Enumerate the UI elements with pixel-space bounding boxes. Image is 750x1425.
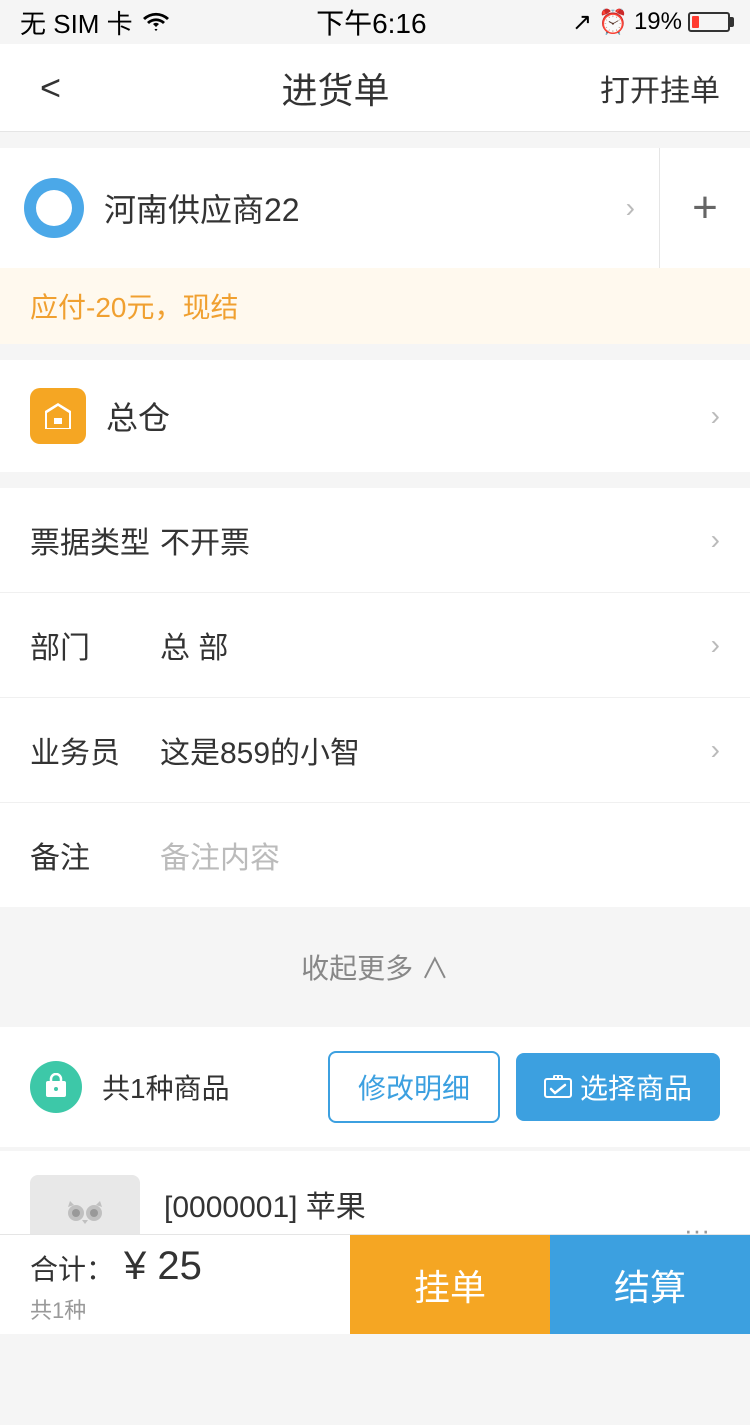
total-amount: ¥ 25 (124, 1244, 202, 1289)
chevron-right-icon: › (711, 734, 720, 766)
total-label: 合计： (30, 1248, 114, 1288)
remark-label: 备注 (30, 833, 160, 877)
edit-detail-button[interactable]: 修改明细 (328, 1051, 500, 1123)
invoice-row[interactable]: 票据类型 不开票 › (0, 488, 750, 593)
sales-value: 这是859的小智 (160, 728, 711, 772)
product-id: [0000001] (164, 1191, 306, 1224)
main-content: 河南供应商22 › + 应付-20元，现结 总仓 › 票据类型 不开票 › 部门… (0, 132, 750, 1425)
total-count: 共1种 (30, 1293, 202, 1325)
dept-value: 总 部 (160, 623, 711, 667)
invoice-value: 不开票 (160, 518, 711, 562)
supplier-avatar (24, 178, 84, 238)
product-name: [0000001] 苹果 (164, 1182, 674, 1226)
nav-bar: < 进货单 打开挂单 (0, 44, 750, 132)
status-time: 下午6:16 (316, 2, 427, 42)
status-left: 无 SIM 卡 (20, 4, 171, 41)
chevron-right-icon: › (626, 192, 635, 224)
sales-row[interactable]: 业务员 这是859的小智 › (0, 698, 750, 803)
invoice-label: 票据类型 (30, 518, 160, 562)
select-product-button[interactable]: 选择商品 (516, 1053, 720, 1121)
open-hang-button[interactable]: 打开挂单 (600, 66, 720, 110)
warehouse-row[interactable]: 总仓 › (0, 360, 750, 472)
battery-percent: 19% (634, 8, 682, 36)
remark-row[interactable]: 备注 备注内容 (0, 803, 750, 907)
bottom-total: 合计： ¥ 25 共1种 (0, 1235, 350, 1334)
status-bar: 无 SIM 卡 下午6:16 ↗ ⏰ 19% (0, 0, 750, 44)
location-icon: ↗ (572, 8, 592, 37)
warehouse-icon (30, 388, 86, 444)
form-section: 票据类型 不开票 › 部门 总 部 › 业务员 这是859的小智 › 备注 备注… (0, 488, 750, 907)
carrier-label: 无 SIM 卡 (20, 4, 133, 41)
product-header: 共1种商品 修改明细 选择商品 (0, 1027, 750, 1147)
bottom-bar: 合计： ¥ 25 共1种 挂单 结算 (0, 1234, 750, 1334)
collapse-button[interactable]: 收起更多 ∧ (0, 923, 750, 1011)
notice-bar: 应付-20元，现结 (0, 268, 750, 344)
supplier-name: 河南供应商22 (104, 185, 626, 231)
product-count-text: 共1种商品 (102, 1067, 328, 1107)
chevron-right-icon: › (711, 629, 720, 661)
supplier-section: 河南供应商22 › + (0, 148, 750, 268)
dept-row[interactable]: 部门 总 部 › (0, 593, 750, 698)
total-info: 合计： ¥ 25 共1种 (30, 1244, 202, 1325)
status-right: ↗ ⏰ 19% (572, 8, 730, 37)
hang-button[interactable]: 挂单 (350, 1235, 550, 1334)
remark-input[interactable]: 备注内容 (160, 833, 720, 877)
dept-label: 部门 (30, 623, 160, 667)
chevron-right-icon: › (711, 524, 720, 556)
add-supplier-button[interactable]: + (660, 148, 750, 268)
sales-label: 业务员 (30, 728, 160, 772)
notice-text: 应付-20元，现结 (30, 292, 238, 323)
supplier-selector[interactable]: 河南供应商22 › (0, 148, 660, 268)
product-title: 苹果 (306, 1191, 366, 1224)
back-button[interactable]: < (30, 57, 71, 119)
product-count-icon (30, 1061, 82, 1113)
warehouse-name: 总仓 (106, 393, 711, 439)
wifi-icon (141, 7, 171, 38)
battery-icon (688, 12, 730, 32)
chevron-right-icon: › (711, 400, 720, 432)
alarm-icon: ⏰ (598, 8, 628, 37)
select-product-label: 选择商品 (580, 1067, 692, 1107)
page-title: 进货单 (282, 62, 390, 114)
settle-button[interactable]: 结算 (550, 1235, 750, 1334)
